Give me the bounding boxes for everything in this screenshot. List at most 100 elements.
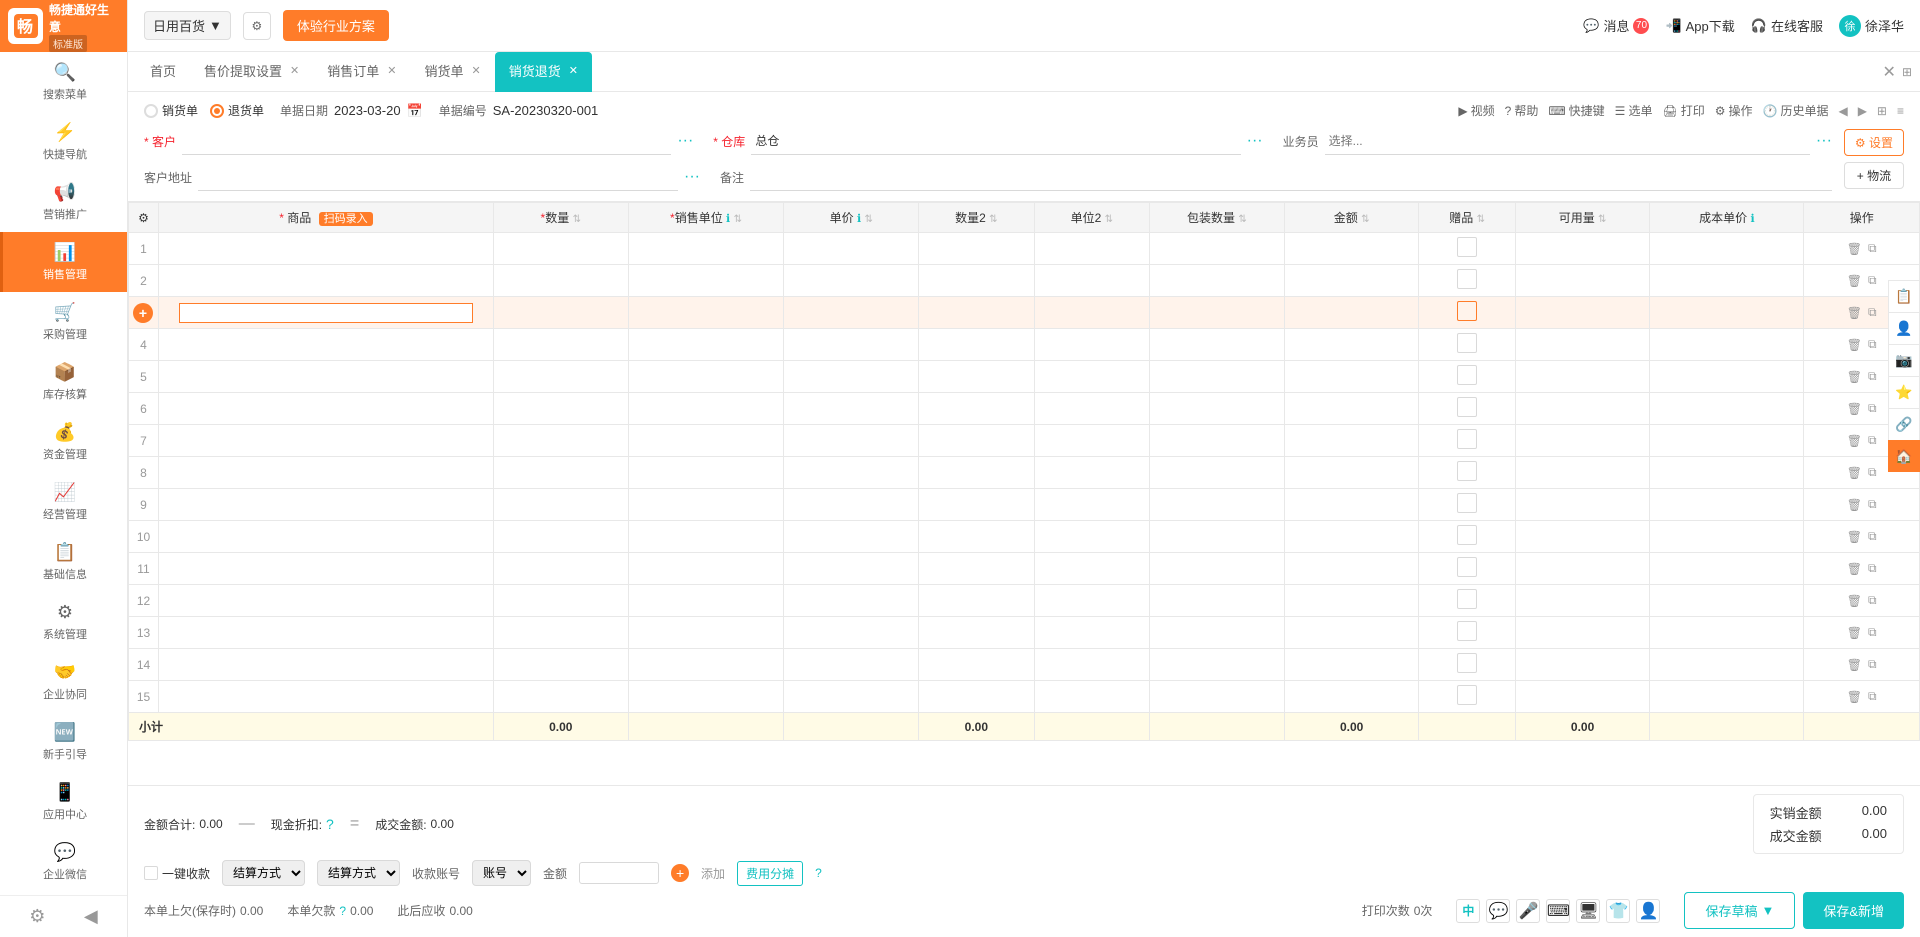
- close-all-icon[interactable]: ✕: [1883, 62, 1896, 82]
- warehouse-select-icon[interactable]: ···: [1247, 132, 1263, 150]
- scan-button[interactable]: 扫码录入: [319, 212, 373, 226]
- tab-home[interactable]: 首页: [136, 52, 190, 92]
- address-input[interactable]: [198, 163, 678, 191]
- sidebar-item-finance[interactable]: 💰 资金管理: [0, 412, 127, 472]
- help-btn[interactable]: ? 帮助: [1505, 102, 1539, 119]
- copy-icon[interactable]: ⧉: [1868, 241, 1877, 256]
- panel-btn-note[interactable]: 📋: [1888, 280, 1920, 312]
- sidebar-item-app-center[interactable]: 📱 应用中心: [0, 772, 127, 832]
- qty-cell[interactable]: [493, 233, 628, 265]
- online-service[interactable]: 🎧 在线客服: [1751, 16, 1823, 35]
- delete-icon[interactable]: 🗑: [1847, 306, 1862, 320]
- copy-icon[interactable]: ⧉: [1868, 337, 1877, 352]
- radio-sales-invoice[interactable]: 销货单: [144, 102, 198, 119]
- settings-bottom-icon[interactable]: ⚙: [29, 906, 45, 927]
- gift-checkbox[interactable]: [1457, 301, 1477, 321]
- qty-cell[interactable]: [493, 297, 628, 329]
- sidebar-item-search[interactable]: 🔍 搜索菜单: [0, 52, 127, 112]
- copy-icon[interactable]: ⧉: [1868, 593, 1877, 608]
- grid-view-icon[interactable]: ⊞: [1877, 104, 1887, 118]
- panel-btn-star[interactable]: ⭐: [1888, 376, 1920, 408]
- delete-icon[interactable]: 🗑: [1847, 530, 1862, 544]
- gift-checkbox[interactable]: [1457, 237, 1477, 257]
- tab-sales-order[interactable]: 销售订单 ✕: [313, 52, 410, 92]
- gift-checkbox[interactable]: [1457, 429, 1477, 449]
- price-cell[interactable]: [784, 265, 919, 297]
- save-draft-button[interactable]: 保存草稿 ▼: [1684, 892, 1795, 929]
- delete-icon[interactable]: 🗑: [1847, 338, 1862, 352]
- unit2-cell[interactable]: [1034, 265, 1149, 297]
- unit-cell[interactable]: [628, 297, 784, 329]
- sidebar-item-operations[interactable]: 📈 经营管理: [0, 472, 127, 532]
- copy-icon[interactable]: ⧉: [1868, 561, 1877, 576]
- copy-icon[interactable]: ⧉: [1868, 657, 1877, 672]
- gift-checkbox[interactable]: [1457, 333, 1477, 353]
- cost-cell[interactable]: [1650, 297, 1804, 329]
- customer-select-icon[interactable]: ···: [677, 132, 693, 150]
- cost-cell[interactable]: [1650, 265, 1804, 297]
- price-cell[interactable]: [784, 233, 919, 265]
- history-btn[interactable]: 🕐 历史单据: [1762, 102, 1828, 119]
- cost-cell[interactable]: [1650, 233, 1804, 265]
- sidebar-item-system[interactable]: ⚙ 系统管理: [0, 592, 127, 652]
- collapse-icon[interactable]: ◀: [84, 906, 98, 927]
- tab-sales-invoice[interactable]: 销货单 ✕: [410, 52, 494, 92]
- person-icon[interactable]: 👤: [1636, 899, 1660, 923]
- copy-icon[interactable]: ⧉: [1868, 369, 1877, 384]
- delete-icon[interactable]: 🗑: [1847, 274, 1862, 288]
- mic-icon[interactable]: 🎤: [1516, 899, 1540, 923]
- qty2-cell[interactable]: [919, 265, 1034, 297]
- unit2-cell[interactable]: [1034, 297, 1149, 329]
- gift-checkbox[interactable]: [1457, 397, 1477, 417]
- delete-icon[interactable]: 🗑: [1847, 466, 1862, 480]
- gift-checkbox[interactable]: [1457, 589, 1477, 609]
- product-cell[interactable]: [159, 329, 494, 361]
- delete-icon[interactable]: 🗑: [1847, 658, 1862, 672]
- copy-icon[interactable]: ⧉: [1868, 433, 1877, 448]
- amount-cell[interactable]: [1284, 297, 1419, 329]
- delete-icon[interactable]: 🗑: [1847, 242, 1862, 256]
- help-circle-icon[interactable]: ?: [815, 866, 822, 880]
- avail-cell[interactable]: [1515, 297, 1650, 329]
- unit-cell[interactable]: [628, 233, 784, 265]
- tab-close-icon[interactable]: ✕: [387, 64, 396, 77]
- print-btn[interactable]: 🖨 打印: [1662, 102, 1704, 119]
- copy-icon[interactable]: ⧉: [1868, 689, 1877, 704]
- radio-return[interactable]: 退货单: [210, 102, 264, 119]
- tab-sales-return[interactable]: 销货退货 ✕: [495, 52, 592, 92]
- pkg-cell[interactable]: [1150, 265, 1285, 297]
- price-cell[interactable]: [784, 297, 919, 329]
- sidebar-item-basic-info[interactable]: 📋 基础信息: [0, 532, 127, 592]
- copy-icon[interactable]: ⧉: [1868, 273, 1877, 288]
- amount-input[interactable]: [579, 862, 659, 884]
- chat-bottom-icon[interactable]: 💬: [1486, 899, 1510, 923]
- list-view-icon[interactable]: ≡: [1897, 104, 1904, 118]
- sidebar-item-wechat[interactable]: 💬 企业微信: [0, 832, 127, 892]
- logistics-button[interactable]: + 物流: [1844, 162, 1904, 189]
- product-input-active[interactable]: [179, 303, 472, 323]
- delete-icon[interactable]: 🗑: [1847, 370, 1862, 384]
- user-profile[interactable]: 徐 徐泽华: [1839, 15, 1904, 37]
- gift-checkbox[interactable]: [1457, 621, 1477, 641]
- pkg-cell[interactable]: [1150, 233, 1285, 265]
- th-settings[interactable]: ⚙: [129, 203, 159, 233]
- copy-icon[interactable]: ⧉: [1868, 625, 1877, 640]
- copy-icon[interactable]: ⧉: [1868, 529, 1877, 544]
- one-click-payment-checkbox[interactable]: 一键收款: [144, 865, 210, 882]
- sidebar-item-sales[interactable]: 📊 销售管理: [0, 232, 127, 292]
- help-icon[interactable]: ?: [326, 816, 334, 832]
- monitor-icon[interactable]: 🖥: [1576, 899, 1600, 923]
- sidebar-item-marketing[interactable]: 📢 营销推广: [0, 172, 127, 232]
- delete-icon[interactable]: 🗑: [1847, 594, 1862, 608]
- breadcrumb-select[interactable]: 日用百货 ▼: [144, 11, 231, 40]
- salesperson-select-icon[interactable]: ···: [1816, 132, 1832, 150]
- copy-icon[interactable]: ⧉: [1868, 401, 1877, 416]
- unit-cell[interactable]: [628, 265, 784, 297]
- qty2-cell[interactable]: [919, 233, 1034, 265]
- app-download[interactable]: 📲 App下载: [1665, 16, 1734, 35]
- product-cell-active[interactable]: [159, 297, 494, 329]
- amount-cell[interactable]: [1284, 233, 1419, 265]
- note-input[interactable]: [750, 163, 1832, 191]
- sidebar-item-enterprise[interactable]: 🤝 企业协同: [0, 652, 127, 712]
- gift-checkbox[interactable]: [1457, 365, 1477, 385]
